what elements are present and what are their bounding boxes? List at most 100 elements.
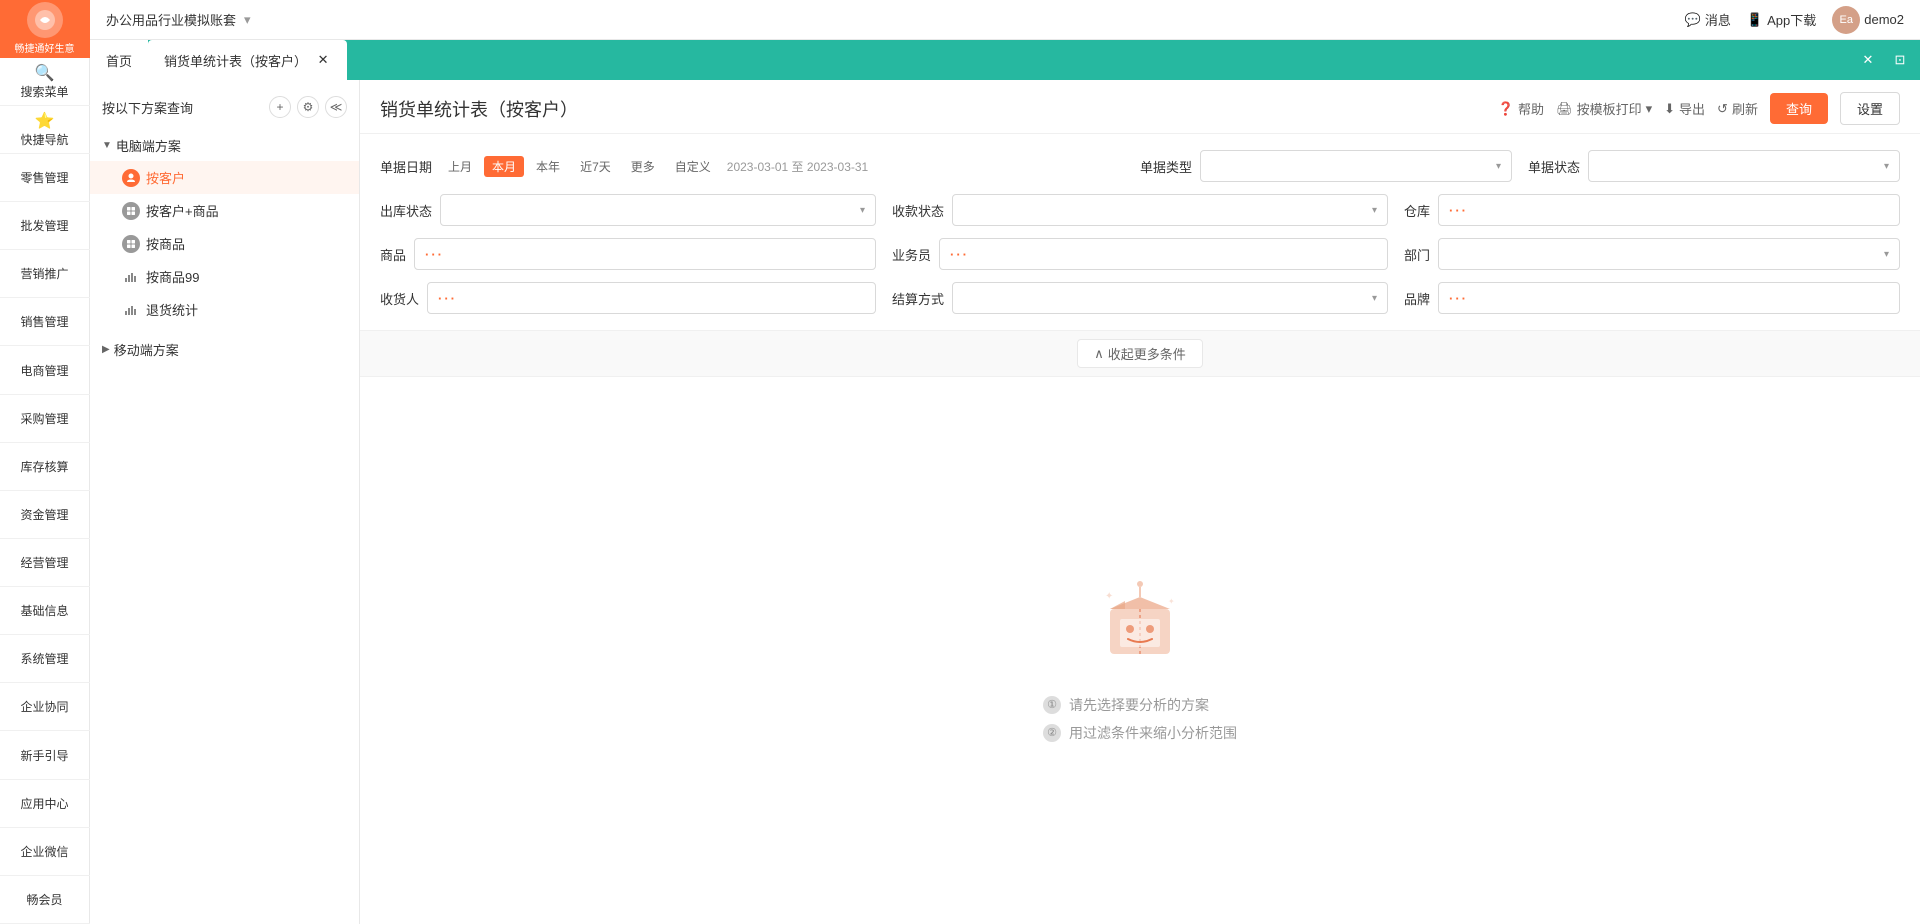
sidebar-label-inventory: 库存核算	[20, 458, 68, 475]
receipt-status-control[interactable]: ▾	[952, 194, 1388, 226]
recipient-field: 收货人 ···	[380, 282, 876, 314]
page-title-bar: 销货单统计表（按客户） ❓ 帮助 🖨 按模板打印 ▾ ⬇	[360, 80, 1920, 134]
date-tab-last-month[interactable]: 上月	[440, 156, 480, 177]
salesperson-control[interactable]: ···	[939, 238, 1388, 270]
svg-text:✦: ✦	[1168, 597, 1175, 606]
filter-row-3: 商品 ··· 业务员 ··· 部门	[380, 238, 1900, 270]
tab-home-label: 首页	[106, 51, 132, 70]
sidebar-item-inventory[interactable]: 库存核算	[0, 443, 90, 491]
plan-item-by-customer[interactable]: 按客户	[90, 161, 359, 194]
date-field: 单据日期 上月 本月 本年 近7天 更多 自定义 2023-03-01 至 20…	[380, 156, 1124, 177]
sidebar-label-ecommerce: 电商管理	[20, 362, 68, 379]
refresh-button[interactable]: ↺ 刷新	[1717, 99, 1758, 118]
out-status-control[interactable]: ▾	[440, 194, 876, 226]
sidebar-item-finance[interactable]: 资金管理	[0, 491, 90, 539]
breadcrumb-area: 办公用品行业模拟账套 ▾	[106, 10, 251, 29]
pc-group-arrow: ▼	[102, 140, 112, 151]
sidebar-item-member[interactable]: 畅会员	[0, 876, 90, 924]
pc-group-header[interactable]: ▼ 电脑端方案	[90, 130, 359, 161]
sidebar-label-finance: 资金管理	[20, 506, 68, 523]
plan-item-return-stats-label: 退货统计	[146, 300, 198, 319]
filter-area: 单据日期 上月 本月 本年 近7天 更多 自定义 2023-03-01 至 20…	[360, 134, 1920, 331]
mobile-group-header[interactable]: ▶ 移动端方案	[90, 334, 359, 365]
plan-item-by-product[interactable]: 按商品	[90, 227, 359, 260]
sidebar-item-wholesale[interactable]: 批发管理	[0, 202, 90, 250]
date-tab-custom[interactable]: 自定义	[667, 156, 719, 177]
sidebar-item-search[interactable]: 🔍 搜索菜单	[0, 58, 90, 106]
tab-close-button[interactable]: ✕	[315, 52, 331, 68]
brand-control[interactable]: ···	[1438, 282, 1900, 314]
date-tab-more[interactable]: 更多	[623, 156, 663, 177]
collapse-button[interactable]: ∧ 收起更多条件	[1077, 339, 1203, 368]
tab-home[interactable]: 首页	[90, 40, 148, 80]
print-button[interactable]: 🖨 按模板打印 ▾	[1556, 99, 1652, 118]
type-chevron-icon: ▾	[1496, 161, 1501, 172]
collapse-panel-button[interactable]: ≪	[325, 96, 347, 118]
top-header: 办公用品行业模拟账套 ▾ 💬 消息 📱 App下载 Ea demo2	[90, 0, 1920, 40]
plan-item-by-customer-product[interactable]: 按客户+商品	[90, 194, 359, 227]
sidebar-item-sales[interactable]: 销售管理	[0, 298, 90, 346]
tab-sales-stats-label: 销货单统计表（按客户）	[164, 51, 307, 70]
sidebar-label-marketing: 营销推广	[20, 265, 68, 282]
sidebar-item-ecommerce[interactable]: 电商管理	[0, 346, 90, 394]
user-menu[interactable]: Ea demo2	[1832, 6, 1904, 34]
sidebar-label-guide: 新手引导	[20, 747, 68, 764]
close-tab-button[interactable]: ✕	[1856, 48, 1880, 72]
sidebar-item-basic-info[interactable]: 基础信息	[0, 587, 90, 635]
query-button[interactable]: 查询	[1770, 93, 1828, 124]
header-actions: 💬 消息 📱 App下载 Ea demo2	[1685, 6, 1904, 34]
help-button[interactable]: ❓ 帮助	[1498, 99, 1544, 118]
message-label: 消息	[1705, 10, 1731, 29]
app-logo: 畅捷通好生意	[0, 0, 90, 58]
settings-plan-button[interactable]: ⚙	[297, 96, 319, 118]
sidebar-item-system[interactable]: 系统管理	[0, 635, 90, 683]
breadcrumb-text: 办公用品行业模拟账套	[106, 10, 236, 29]
plan-item-by-product-99[interactable]: 按商品99	[90, 260, 359, 293]
add-plan-button[interactable]: +	[269, 96, 291, 118]
department-control[interactable]: ▾	[1438, 238, 1900, 270]
sidebar-item-enterprise-wechat[interactable]: 企业微信	[0, 828, 90, 876]
sidebar-item-app-center[interactable]: 应用中心	[0, 780, 90, 828]
sidebar-item-purchase[interactable]: 采购管理	[0, 395, 90, 443]
sidebar-item-guide[interactable]: 新手引导	[0, 731, 90, 779]
date-tab-this-year[interactable]: 本年	[528, 156, 568, 177]
print-icon: 🖨	[1556, 101, 1573, 117]
sidebar-label-system: 系统管理	[20, 650, 68, 667]
payment-method-field: 结算方式 ▾	[892, 282, 1388, 314]
sidebar: 畅捷通好生意 🔍 搜索菜单 ⭐ 快捷导航 零售管理 批发管理 营销推广 销售管理…	[0, 0, 90, 924]
filter-row-2: 出库状态 ▾ 收款状态 ▾	[380, 194, 1900, 226]
right-panel: 销货单统计表（按客户） ❓ 帮助 🖨 按模板打印 ▾ ⬇	[360, 80, 1920, 924]
plan-item-by-product-label: 按商品	[146, 234, 185, 253]
maximize-button[interactable]: ⊡	[1888, 48, 1912, 72]
payment-chevron-icon: ▾	[1372, 293, 1377, 304]
sidebar-item-operations[interactable]: 经营管理	[0, 539, 90, 587]
left-plan-panel: 按以下方案查询 + ⚙ ≪ ▼ 电脑端方案	[90, 80, 360, 924]
product-control[interactable]: ···	[414, 238, 876, 270]
sidebar-label-enterprise-wechat: 企业微信	[20, 843, 68, 860]
date-tab-7days[interactable]: 近7天	[572, 156, 619, 177]
plan-item-return-stats[interactable]: 退货统计	[90, 293, 359, 326]
filter-row-1: 单据日期 上月 本月 本年 近7天 更多 自定义 2023-03-01 至 20…	[380, 150, 1900, 182]
tab-sales-stats[interactable]: 销货单统计表（按客户） ✕	[148, 40, 347, 80]
avatar: Ea	[1832, 6, 1860, 34]
export-icon: ⬇	[1664, 101, 1675, 117]
recipient-control[interactable]: ···	[427, 282, 876, 314]
logo-icon	[27, 2, 63, 38]
status-chevron-icon: ▾	[1884, 161, 1889, 172]
app-download-button[interactable]: 📱 App下载	[1747, 10, 1816, 29]
sidebar-item-marketing[interactable]: 营销推广	[0, 250, 90, 298]
warehouse-control[interactable]: ···	[1438, 194, 1900, 226]
status-control[interactable]: ▾	[1588, 150, 1900, 182]
payment-method-control[interactable]: ▾	[952, 282, 1388, 314]
sidebar-item-enterprise[interactable]: 企业协同	[0, 683, 90, 731]
sidebar-item-quick-nav[interactable]: ⭐ 快捷导航	[0, 106, 90, 154]
settings-button[interactable]: 设置	[1840, 92, 1900, 125]
brand-label: 品牌	[1404, 289, 1430, 308]
date-tab-this-month[interactable]: 本月	[484, 156, 524, 177]
message-button[interactable]: 💬 消息	[1685, 10, 1731, 29]
breadcrumb-dropdown-icon[interactable]: ▾	[244, 12, 251, 28]
type-control[interactable]: ▾	[1200, 150, 1512, 182]
sidebar-item-retail[interactable]: 零售管理	[0, 154, 90, 202]
plan-item-by-customer-product-label: 按客户+商品	[146, 201, 219, 220]
export-button[interactable]: ⬇ 导出	[1664, 99, 1705, 118]
